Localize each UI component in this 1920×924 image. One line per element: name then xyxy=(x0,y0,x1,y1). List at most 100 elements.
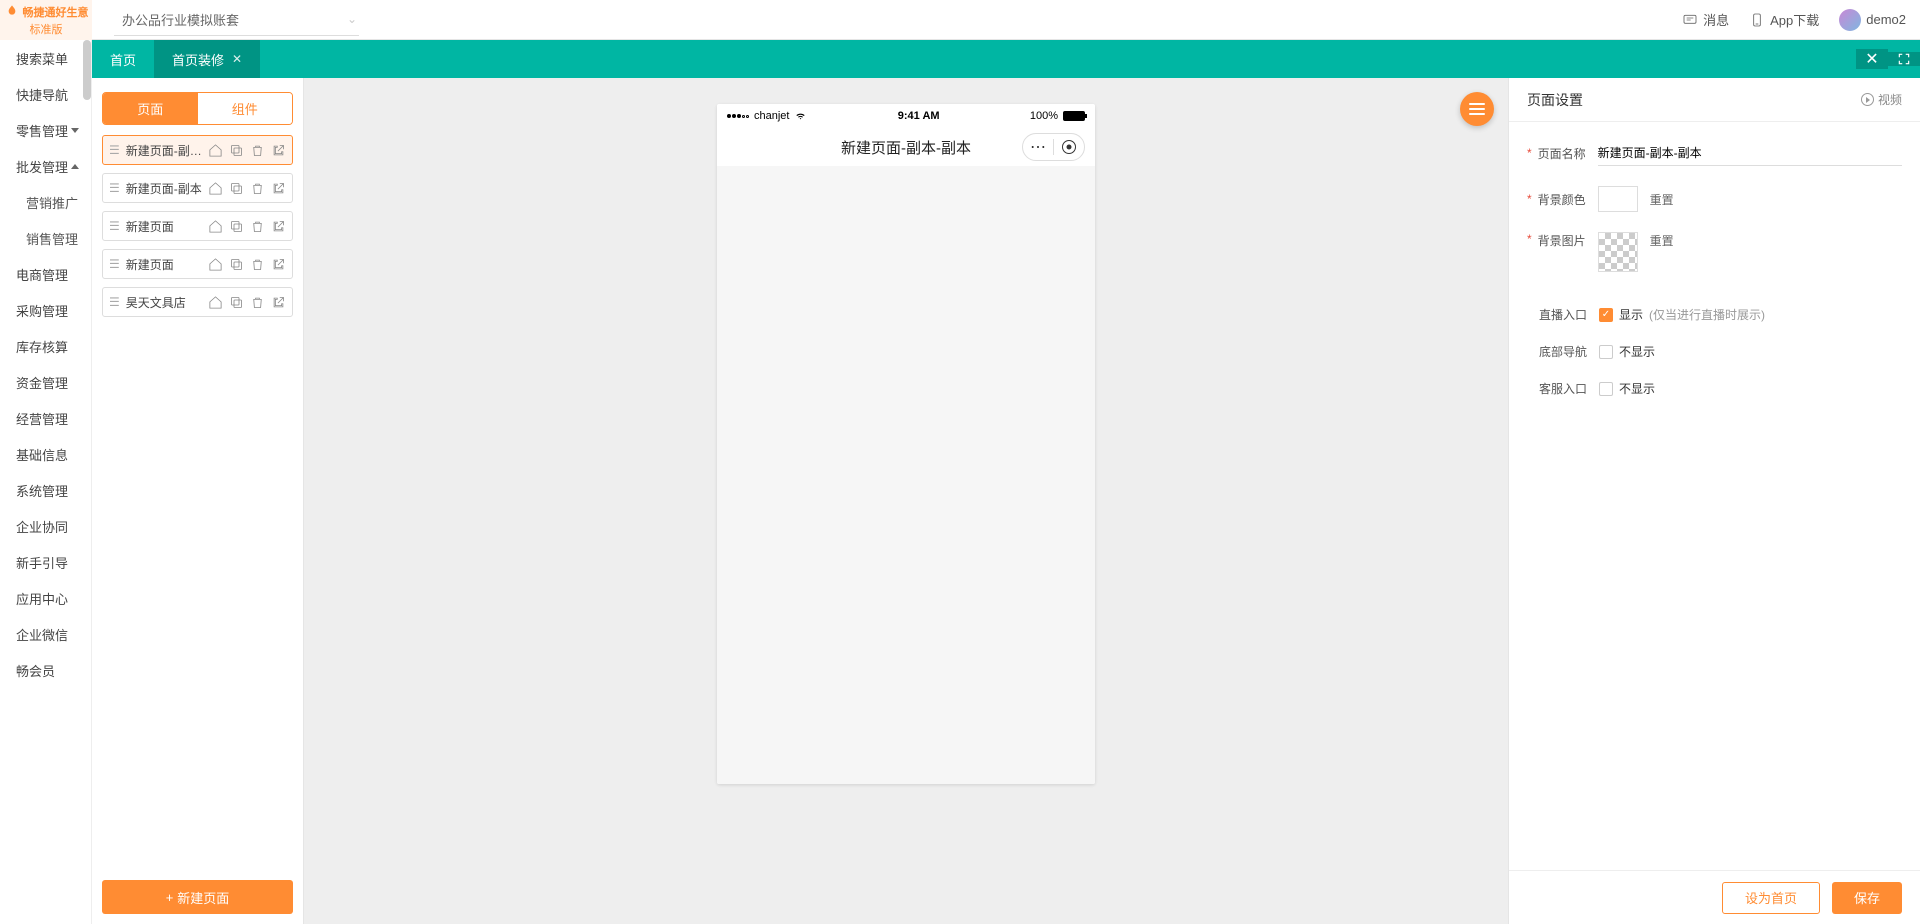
new-page-button[interactable]: + 新建页面 xyxy=(102,880,293,914)
home-icon[interactable] xyxy=(208,295,223,310)
set-home-button[interactable]: 设为首页 xyxy=(1722,882,1820,914)
top-bar: 办公品行业模拟账套 ⌄ 消息 App下载 demo2 xyxy=(0,0,1920,40)
live-checkbox[interactable]: 显示 xyxy=(1599,306,1643,323)
close-icon[interactable]: ✕ xyxy=(232,52,242,66)
delete-icon[interactable] xyxy=(250,219,265,234)
capsule-close-button[interactable] xyxy=(1054,134,1084,160)
panel-tab-component[interactable]: 组件 xyxy=(198,93,293,124)
account-selector[interactable]: 办公品行业模拟账套 ⌄ xyxy=(114,4,359,36)
page-item[interactable]: ☰ 昊天文具店 xyxy=(102,287,293,317)
nav-guide[interactable]: 新手引导 xyxy=(2,544,89,580)
delete-icon[interactable] xyxy=(250,257,265,272)
properties-title: 页面设置 xyxy=(1527,90,1583,110)
user-menu[interactable]: demo2 xyxy=(1839,9,1906,31)
home-icon[interactable] xyxy=(208,181,223,196)
external-icon[interactable] xyxy=(271,295,286,310)
page-item[interactable]: ☰ 新建页面-副本 xyxy=(102,173,293,203)
phone-title-bar: 新建页面-副本-副本 ⋯ xyxy=(717,128,1095,166)
messages-button[interactable]: 消息 xyxy=(1682,10,1729,29)
page-name: 新建页面-副本... xyxy=(126,142,202,159)
brand-name: 畅捷通好生意 xyxy=(23,4,89,20)
nav-label: 资金管理 xyxy=(16,373,68,392)
tab-close-all-button[interactable]: ✕ xyxy=(1856,49,1888,69)
nav-label: 畅会员 xyxy=(16,661,55,680)
nav-wholesale[interactable]: 批发管理 xyxy=(2,148,89,184)
nav-retail[interactable]: 零售管理 xyxy=(2,112,89,148)
signal-icon xyxy=(727,114,749,118)
capsule-more-button[interactable]: ⋯ xyxy=(1023,134,1053,160)
nav-system[interactable]: 系统管理 xyxy=(2,472,89,508)
nav-ecom[interactable]: 电商管理 xyxy=(2,256,89,292)
page-item[interactable]: ☰ 新建页面 xyxy=(102,211,293,241)
drag-handle-icon[interactable]: ☰ xyxy=(109,257,120,271)
drag-handle-icon[interactable]: ☰ xyxy=(109,295,120,309)
bottomnav-checkbox[interactable]: 不显示 xyxy=(1599,343,1655,360)
canvas[interactable]: chanjet 9:41 AM 100% 新建页面-副本-副本 ⋯ xyxy=(304,78,1508,924)
nav-ops[interactable]: 经营管理 xyxy=(2,400,89,436)
nav-marketing[interactable]: 营销推广 xyxy=(2,184,89,220)
required-mark: * xyxy=(1527,146,1532,160)
app-download-label: App下载 xyxy=(1770,10,1819,29)
panel-tab-page[interactable]: 页面 xyxy=(103,93,198,124)
nav-label: 系统管理 xyxy=(16,481,68,500)
external-icon[interactable] xyxy=(271,143,286,158)
nav-wecom[interactable]: 企业微信 xyxy=(2,616,89,652)
drag-handle-icon[interactable]: ☰ xyxy=(109,143,120,157)
external-icon[interactable] xyxy=(271,219,286,234)
nav-quick[interactable]: 快捷导航 xyxy=(2,76,89,112)
phone-body[interactable] xyxy=(717,166,1095,784)
nav-stock[interactable]: 库存核算 xyxy=(2,328,89,364)
home-icon[interactable] xyxy=(208,257,223,272)
kefu-checkbox[interactable]: 不显示 xyxy=(1599,380,1655,397)
page-name-input[interactable] xyxy=(1598,140,1902,166)
video-help-button[interactable]: 视频 xyxy=(1861,91,1902,108)
drag-handle-icon[interactable]: ☰ xyxy=(109,219,120,233)
drag-handle-icon[interactable]: ☰ xyxy=(109,181,120,195)
nav-collab[interactable]: 企业协同 xyxy=(2,508,89,544)
nav-funds[interactable]: 资金管理 xyxy=(2,364,89,400)
copy-icon[interactable] xyxy=(229,181,244,196)
copy-icon[interactable] xyxy=(229,257,244,272)
nav-appcenter[interactable]: 应用中心 xyxy=(2,580,89,616)
nav-search[interactable]: 搜索菜单 xyxy=(2,40,89,76)
save-button[interactable]: 保存 xyxy=(1832,882,1902,914)
checkbox-icon xyxy=(1599,382,1613,396)
bgimg-picker[interactable] xyxy=(1598,232,1638,272)
field-label: 背景图片 xyxy=(1538,232,1598,249)
work-area: 页面 组件 ☰ 新建页面-副本... ☰ 新建页面-副本 ☰ xyxy=(92,78,1920,924)
page-item[interactable]: ☰ 新建页面-副本... xyxy=(102,135,293,165)
home-icon[interactable] xyxy=(208,143,223,158)
copy-icon[interactable] xyxy=(229,143,244,158)
phone-icon xyxy=(1749,12,1765,28)
external-icon[interactable] xyxy=(271,257,286,272)
left-nav: 搜索菜单 快捷导航 零售管理 批发管理 营销推广 销售管理 电商管理 采购管理 … xyxy=(0,40,92,924)
delete-icon[interactable] xyxy=(250,295,265,310)
nav-label: 经营管理 xyxy=(16,409,68,428)
external-icon[interactable] xyxy=(271,181,286,196)
copy-icon[interactable] xyxy=(229,295,244,310)
checkbox-icon xyxy=(1599,308,1613,322)
nav-member[interactable]: 畅会员 xyxy=(2,652,89,688)
canvas-menu-button[interactable] xyxy=(1460,92,1494,126)
nav-base[interactable]: 基础信息 xyxy=(2,436,89,472)
home-icon[interactable] xyxy=(208,219,223,234)
tab-home[interactable]: 首页 xyxy=(92,40,154,78)
bgcolor-swatch[interactable] xyxy=(1598,186,1638,212)
phone-status-bar: chanjet 9:41 AM 100% xyxy=(717,104,1095,128)
page-name: 新建页面-副本 xyxy=(126,180,202,197)
brand-edition: 标准版 xyxy=(30,21,63,37)
copy-icon[interactable] xyxy=(229,219,244,234)
tab-decor[interactable]: 首页装修 ✕ xyxy=(154,40,260,78)
nav-purchase[interactable]: 采购管理 xyxy=(2,292,89,328)
nav-label: 企业微信 xyxy=(16,625,68,644)
page-item[interactable]: ☰ 新建页面 xyxy=(102,249,293,279)
bgimg-reset-button[interactable]: 重置 xyxy=(1650,232,1674,249)
delete-icon[interactable] xyxy=(250,181,265,196)
fullscreen-button[interactable] xyxy=(1888,52,1920,66)
bgcolor-reset-button[interactable]: 重置 xyxy=(1650,191,1674,208)
delete-icon[interactable] xyxy=(250,143,265,158)
app-download-button[interactable]: App下载 xyxy=(1749,10,1819,29)
carrier-label: chanjet xyxy=(754,110,789,122)
checkbox-label: 显示 xyxy=(1619,306,1643,323)
nav-sales[interactable]: 销售管理 xyxy=(2,220,89,256)
